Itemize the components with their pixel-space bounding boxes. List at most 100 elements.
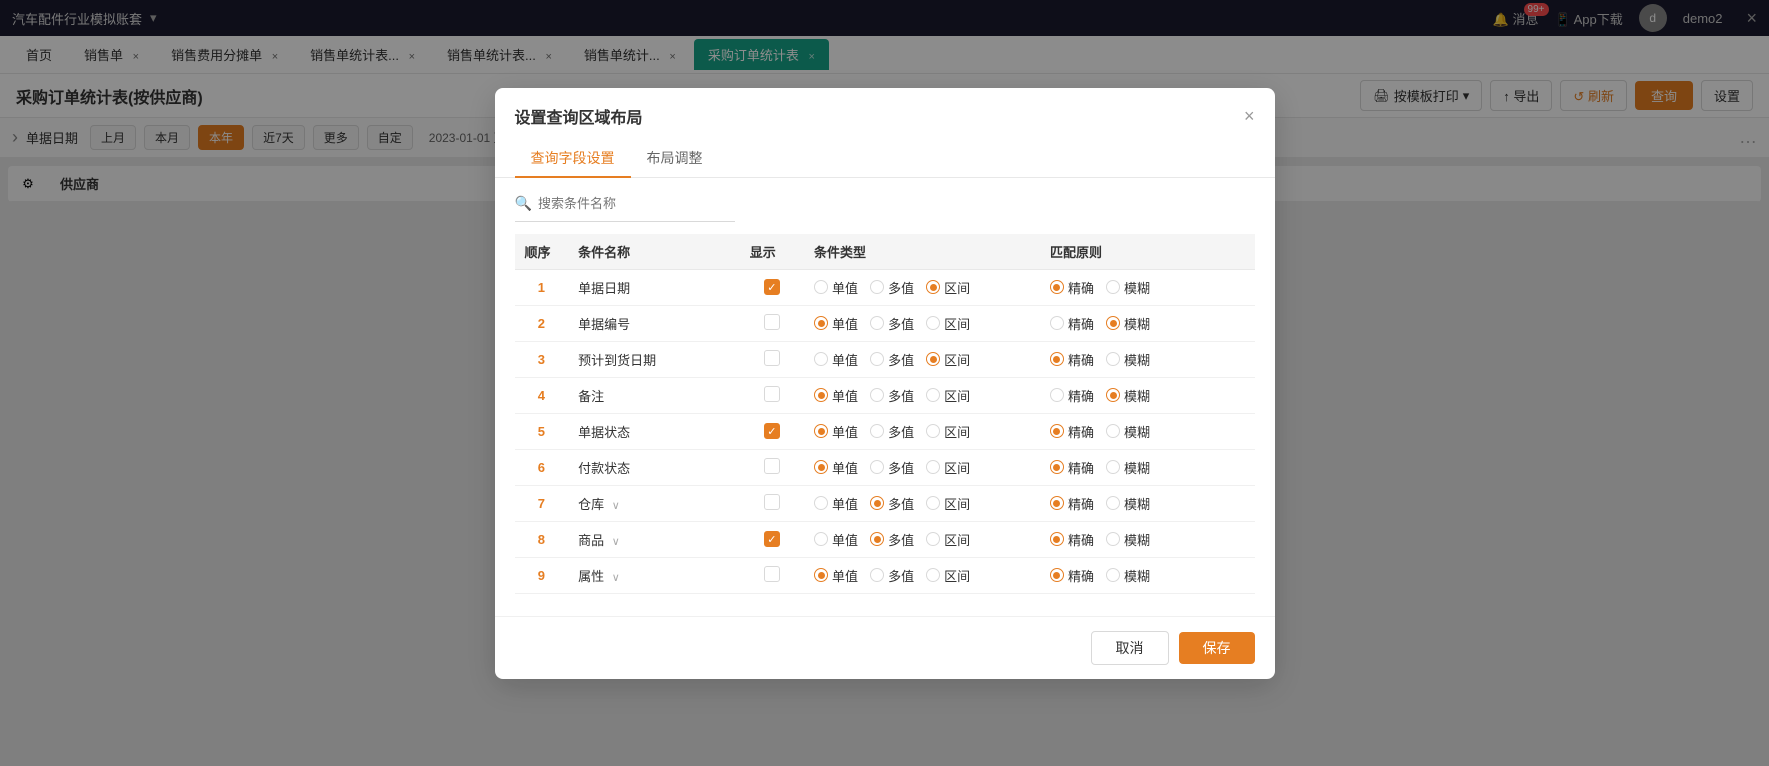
modal-dialog: 设置查询区域布局 × 查询字段设置 布局调整 🔍 顺序 条件名称 显示 — [495, 88, 1275, 679]
row-show-6[interactable] — [740, 485, 804, 521]
tab-query-settings[interactable]: 查询字段设置 — [515, 140, 631, 178]
radio-区间[interactable]: 区间 — [926, 494, 970, 513]
radio-精确[interactable]: 精确 — [1050, 458, 1094, 477]
th-match: 匹配原则 — [1040, 234, 1255, 270]
radio-多值[interactable]: 多值 — [870, 386, 914, 405]
search-input[interactable] — [532, 194, 735, 213]
radio-模糊[interactable]: 模糊 — [1106, 386, 1150, 405]
type-radio-group-7: 单值 多值 区间 — [814, 530, 1030, 549]
radio-单值[interactable]: 单值 — [814, 458, 858, 477]
row-show-2[interactable] — [740, 341, 804, 377]
radio-区间[interactable]: 区间 — [926, 566, 970, 585]
radio-精确[interactable]: 精确 — [1050, 314, 1094, 333]
checkbox-6[interactable] — [764, 494, 780, 510]
row-name-1: 单据编号 — [568, 305, 740, 341]
modal-overlay[interactable]: 设置查询区域布局 × 查询字段设置 布局调整 🔍 顺序 条件名称 显示 — [0, 0, 1769, 766]
radio-单值[interactable]: 单值 — [814, 494, 858, 513]
modal-close-button[interactable]: × — [1244, 107, 1255, 125]
checkbox-2[interactable] — [764, 350, 780, 366]
radio-circle-精确 — [1050, 352, 1064, 366]
type-radio-group-8: 单值 多值 区间 — [814, 566, 1030, 585]
checkbox-4[interactable]: ✓ — [764, 423, 780, 439]
tab-layout-adjust[interactable]: 布局调整 — [631, 140, 719, 178]
radio-精确[interactable]: 精确 — [1050, 494, 1094, 513]
radio-区间[interactable]: 区间 — [926, 386, 970, 405]
radio-模糊[interactable]: 模糊 — [1106, 566, 1150, 585]
dropdown-arrow-icon: ∨ — [612, 572, 620, 584]
radio-区间[interactable]: 区间 — [926, 530, 970, 549]
radio-circle-模糊 — [1106, 316, 1120, 330]
radio-单值[interactable]: 单值 — [814, 350, 858, 369]
radio-区间[interactable]: 区间 — [926, 458, 970, 477]
radio-区间[interactable]: 区间 — [926, 314, 970, 333]
radio-多值[interactable]: 多值 — [870, 530, 914, 549]
radio-区间[interactable]: 区间 — [926, 350, 970, 369]
row-show-8[interactable] — [740, 557, 804, 593]
radio-circle-多值 — [870, 568, 884, 582]
row-type-6: 单值 多值 区间 — [804, 485, 1040, 521]
row-show-0[interactable]: ✓ — [740, 270, 804, 306]
row-order-1: 2 — [515, 305, 569, 341]
radio-circle-区间 — [926, 496, 940, 510]
match-radio-group-2: 精确 模糊 — [1050, 350, 1245, 369]
row-show-5[interactable] — [740, 449, 804, 485]
radio-区间[interactable]: 区间 — [926, 422, 970, 441]
match-radio-group-8: 精确 模糊 — [1050, 566, 1245, 585]
radio-多值[interactable]: 多值 — [870, 494, 914, 513]
radio-单值[interactable]: 单值 — [814, 314, 858, 333]
radio-多值[interactable]: 多值 — [870, 422, 914, 441]
checkbox-5[interactable] — [764, 458, 780, 474]
row-show-9[interactable] — [740, 593, 804, 600]
radio-label-单值: 单值 — [832, 350, 858, 369]
radio-区间[interactable]: 区间 — [926, 278, 970, 297]
row-show-1[interactable] — [740, 305, 804, 341]
radio-多值[interactable]: 多值 — [870, 566, 914, 585]
radio-单值[interactable]: 单值 — [814, 422, 858, 441]
radio-精确[interactable]: 精确 — [1050, 350, 1094, 369]
radio-精确[interactable]: 精确 — [1050, 422, 1094, 441]
radio-多值[interactable]: 多值 — [870, 314, 914, 333]
radio-精确[interactable]: 精确 — [1050, 278, 1094, 297]
row-show-4[interactable]: ✓ — [740, 413, 804, 449]
radio-模糊[interactable]: 模糊 — [1106, 314, 1150, 333]
radio-模糊[interactable]: 模糊 — [1106, 350, 1150, 369]
radio-单值[interactable]: 单值 — [814, 566, 858, 585]
radio-模糊[interactable]: 模糊 — [1106, 458, 1150, 477]
row-show-3[interactable] — [740, 377, 804, 413]
radio-多值[interactable]: 多值 — [870, 278, 914, 297]
match-radio-group-3: 精确 模糊 — [1050, 386, 1245, 405]
radio-label-多值: 多值 — [888, 314, 914, 333]
radio-模糊[interactable]: 模糊 — [1106, 278, 1150, 297]
checkbox-8[interactable] — [764, 566, 780, 582]
cancel-button[interactable]: 取消 — [1091, 631, 1169, 665]
checkbox-1[interactable] — [764, 314, 780, 330]
row-show-7[interactable]: ✓ — [740, 521, 804, 557]
table-row: 5 单据状态 ✓ 单值 多值 区间 — [515, 413, 1255, 449]
radio-circle-模糊 — [1106, 496, 1120, 510]
table-row: 2 单据编号 单值 多值 区间 — [515, 305, 1255, 341]
radio-circle-区间 — [926, 568, 940, 582]
radio-模糊[interactable]: 模糊 — [1106, 530, 1150, 549]
row-order-8: 9 — [515, 557, 569, 593]
radio-label-单值: 单值 — [832, 278, 858, 297]
radio-多值[interactable]: 多值 — [870, 458, 914, 477]
row-match-6: 精确 模糊 — [1040, 485, 1255, 521]
radio-circle-精确 — [1050, 280, 1064, 294]
row-match-9: 精确 模糊 — [1040, 593, 1255, 600]
radio-精确[interactable]: 精确 — [1050, 566, 1094, 585]
checkbox-0[interactable]: ✓ — [764, 279, 780, 295]
radio-单值[interactable]: 单值 — [814, 530, 858, 549]
row-type-0: 单值 多值 区间 — [804, 270, 1040, 306]
radio-circle-多值 — [870, 388, 884, 402]
radio-单值[interactable]: 单值 — [814, 278, 858, 297]
radio-精确[interactable]: 精确 — [1050, 386, 1094, 405]
radio-模糊[interactable]: 模糊 — [1106, 422, 1150, 441]
checkbox-3[interactable] — [764, 386, 780, 402]
save-button[interactable]: 保存 — [1179, 632, 1255, 664]
radio-精确[interactable]: 精确 — [1050, 530, 1094, 549]
radio-单值[interactable]: 单值 — [814, 386, 858, 405]
radio-label-模糊: 模糊 — [1124, 530, 1150, 549]
radio-模糊[interactable]: 模糊 — [1106, 494, 1150, 513]
radio-多值[interactable]: 多值 — [870, 350, 914, 369]
checkbox-7[interactable]: ✓ — [764, 531, 780, 547]
